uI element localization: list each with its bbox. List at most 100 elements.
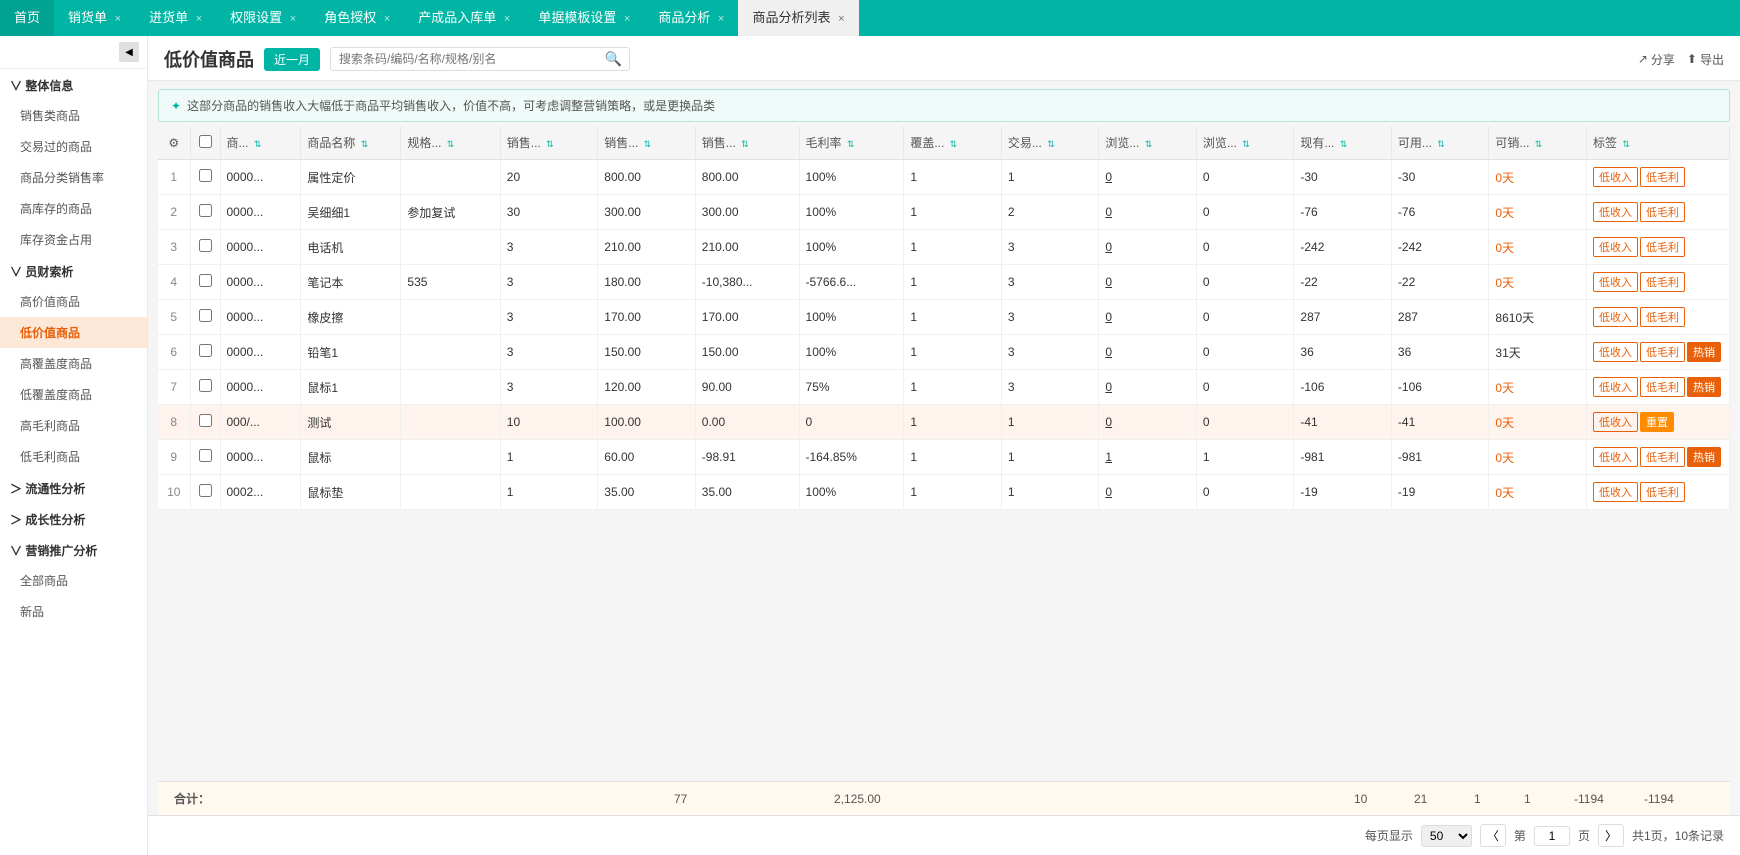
pv1-link[interactable]: 0 (1105, 485, 1112, 499)
page-number-input[interactable] (1534, 826, 1570, 846)
col-sales-amount[interactable]: 销售... ⇅ (598, 126, 696, 160)
pv1-link[interactable]: 1 (1105, 450, 1112, 464)
row-pv1[interactable]: 0 (1099, 335, 1197, 370)
row-pv1[interactable]: 0 (1099, 230, 1197, 265)
col-current-stock[interactable]: 现有... ⇅ (1294, 126, 1392, 160)
nav-template-settings[interactable]: 单据模板设置 × (524, 0, 644, 36)
row-checkbox[interactable] (190, 195, 220, 230)
row-pv1[interactable]: 0 (1099, 195, 1197, 230)
nav-role-auth[interactable]: 角色授权 × (310, 0, 404, 36)
col-sales-price[interactable]: 销售... ⇅ (695, 126, 799, 160)
nav-permission-settings[interactable]: 权限设置 × (216, 0, 310, 36)
nav-product-storage[interactable]: 产成品入库单 × (404, 0, 524, 36)
nav-purchase-order[interactable]: 进货单 × (135, 0, 216, 36)
col-coverage[interactable]: 覆盖... ⇅ (904, 126, 1002, 160)
row-checkbox[interactable] (190, 335, 220, 370)
row-checkbox[interactable] (190, 370, 220, 405)
row-checkbox[interactable] (190, 265, 220, 300)
share-button[interactable]: ↗ 分享 (1638, 51, 1675, 68)
sidebar-item-category-sales-rate[interactable]: 商品分类销售率 (0, 162, 147, 193)
row-select-checkbox[interactable] (199, 414, 212, 427)
col-transactions[interactable]: 交易... ⇅ (1001, 126, 1099, 160)
row-pv1[interactable]: 0 (1099, 300, 1197, 335)
pv1-link[interactable]: 0 (1105, 170, 1112, 184)
row-sales-amount: 60.00 (598, 440, 696, 475)
row-select-checkbox[interactable] (199, 309, 212, 322)
row-select-checkbox[interactable] (199, 379, 212, 392)
row-pv1[interactable]: 1 (1099, 440, 1197, 475)
row-checkbox[interactable] (190, 300, 220, 335)
row-checkbox[interactable] (190, 160, 220, 195)
pv1-link[interactable]: 0 (1105, 380, 1112, 394)
pv1-link[interactable]: 0 (1105, 415, 1112, 429)
nav-product-analysis-list[interactable]: 商品分析列表 × (738, 0, 858, 36)
export-button[interactable]: ⬆ 导出 (1687, 51, 1724, 68)
sidebar-group-circulation[interactable]: ＞ 流通性分析 (0, 472, 147, 503)
col-available[interactable]: 可用... ⇅ (1391, 126, 1489, 160)
row-select-checkbox[interactable] (199, 204, 212, 217)
next-page-button[interactable]: 〉 (1598, 824, 1624, 847)
col-code[interactable]: 商... ⇅ (220, 126, 301, 160)
first-page-button[interactable]: 〈 (1480, 824, 1506, 847)
sidebar-item-low-value[interactable]: 低价值商品 (0, 317, 147, 348)
sidebar-item-high-coverage[interactable]: 高覆盖度商品 (0, 348, 147, 379)
per-page-select[interactable]: 50 100 200 (1421, 825, 1472, 847)
col-pv1[interactable]: 浏览... ⇅ (1099, 126, 1197, 160)
row-checkbox[interactable] (190, 475, 220, 510)
pagination-bar: 每页显示 50 100 200 〈 第 页 〉 共1页，10条记录 (148, 815, 1740, 855)
row-select-checkbox[interactable] (199, 169, 212, 182)
row-code: 0000... (220, 265, 301, 300)
nav-home[interactable]: 首页 (0, 0, 54, 36)
table-header-row: ⚙ 商... ⇅ 商品名称 ⇅ 规格... ⇅ 销售... ⇅ 销售... ⇅ … (158, 126, 1730, 160)
row-select-checkbox[interactable] (199, 484, 212, 497)
pv1-link[interactable]: 0 (1105, 345, 1112, 359)
row-checkbox[interactable] (190, 405, 220, 440)
nav-product-analysis[interactable]: 商品分析 × (644, 0, 738, 36)
col-gross-rate[interactable]: 毛利率 ⇅ (799, 126, 904, 160)
sidebar-item-low-profit[interactable]: 低毛利商品 (0, 441, 147, 472)
pv1-link[interactable]: 0 (1105, 205, 1112, 219)
sidebar-group-growth[interactable]: ＞ 成长性分析 (0, 503, 147, 534)
col-sales-qty[interactable]: 销售... ⇅ (500, 126, 598, 160)
row-select-checkbox[interactable] (199, 274, 212, 287)
sidebar-item-inventory-funds[interactable]: 库存资金占用 (0, 224, 147, 255)
row-select-checkbox[interactable] (199, 344, 212, 357)
sidebar-group-marketing[interactable]: ∨ 营销推广分析 (0, 534, 147, 565)
sidebar-item-all-products[interactable]: 全部商品 (0, 565, 147, 596)
sidebar-item-high-inventory[interactable]: 高库存的商品 (0, 193, 147, 224)
sidebar-collapse-btn[interactable]: ◀ (119, 42, 139, 62)
row-pv1[interactable]: 0 (1099, 405, 1197, 440)
col-checkbox[interactable] (190, 126, 220, 160)
col-name[interactable]: 商品名称 ⇅ (301, 126, 401, 160)
table-wrapper[interactable]: ⚙ 商... ⇅ 商品名称 ⇅ 规格... ⇅ 销售... ⇅ 销售... ⇅ … (158, 126, 1730, 781)
col-tags[interactable]: 标签 ⇅ (1587, 126, 1730, 160)
row-select-checkbox[interactable] (199, 239, 212, 252)
select-all-checkbox[interactable] (199, 135, 212, 148)
main-layout: ◀ ∨ 整体信息 销售类商品 交易过的商品 商品分类销售率 高库存的商品 库存资… (0, 36, 1740, 855)
sidebar-item-new-products[interactable]: 新品 (0, 596, 147, 627)
row-pv1[interactable]: 0 (1099, 160, 1197, 195)
sidebar-item-high-profit[interactable]: 高毛利商品 (0, 410, 147, 441)
pv1-link[interactable]: 0 (1105, 310, 1112, 324)
sidebar-item-traded-products[interactable]: 交易过的商品 (0, 131, 147, 162)
pv1-link[interactable]: 0 (1105, 240, 1112, 254)
row-select-checkbox[interactable] (199, 449, 212, 462)
sidebar-item-low-coverage[interactable]: 低覆盖度商品 (0, 379, 147, 410)
sidebar-item-high-value[interactable]: 高价值商品 (0, 286, 147, 317)
row-pv1[interactable]: 0 (1099, 265, 1197, 300)
date-filter-button[interactable]: 近一月 (264, 48, 320, 71)
sidebar-item-sales-products[interactable]: 销售类商品 (0, 100, 147, 131)
col-spec[interactable]: 规格... ⇅ (401, 126, 500, 160)
col-sellable[interactable]: 可销... ⇅ (1489, 126, 1587, 160)
col-pv2[interactable]: 浏览... ⇅ (1196, 126, 1294, 160)
pv1-link[interactable]: 0 (1105, 275, 1112, 289)
col-settings[interactable]: ⚙ (158, 126, 190, 160)
row-pv1[interactable]: 0 (1099, 475, 1197, 510)
nav-sales-order[interactable]: 销货单 × (54, 0, 135, 36)
sidebar-group-overall[interactable]: ∨ 整体信息 (0, 69, 147, 100)
row-checkbox[interactable] (190, 230, 220, 265)
row-pv1[interactable]: 0 (1099, 370, 1197, 405)
search-input[interactable] (330, 47, 630, 71)
sidebar-group-employee-finance[interactable]: ∨ 员财索析 (0, 255, 147, 286)
row-checkbox[interactable] (190, 440, 220, 475)
